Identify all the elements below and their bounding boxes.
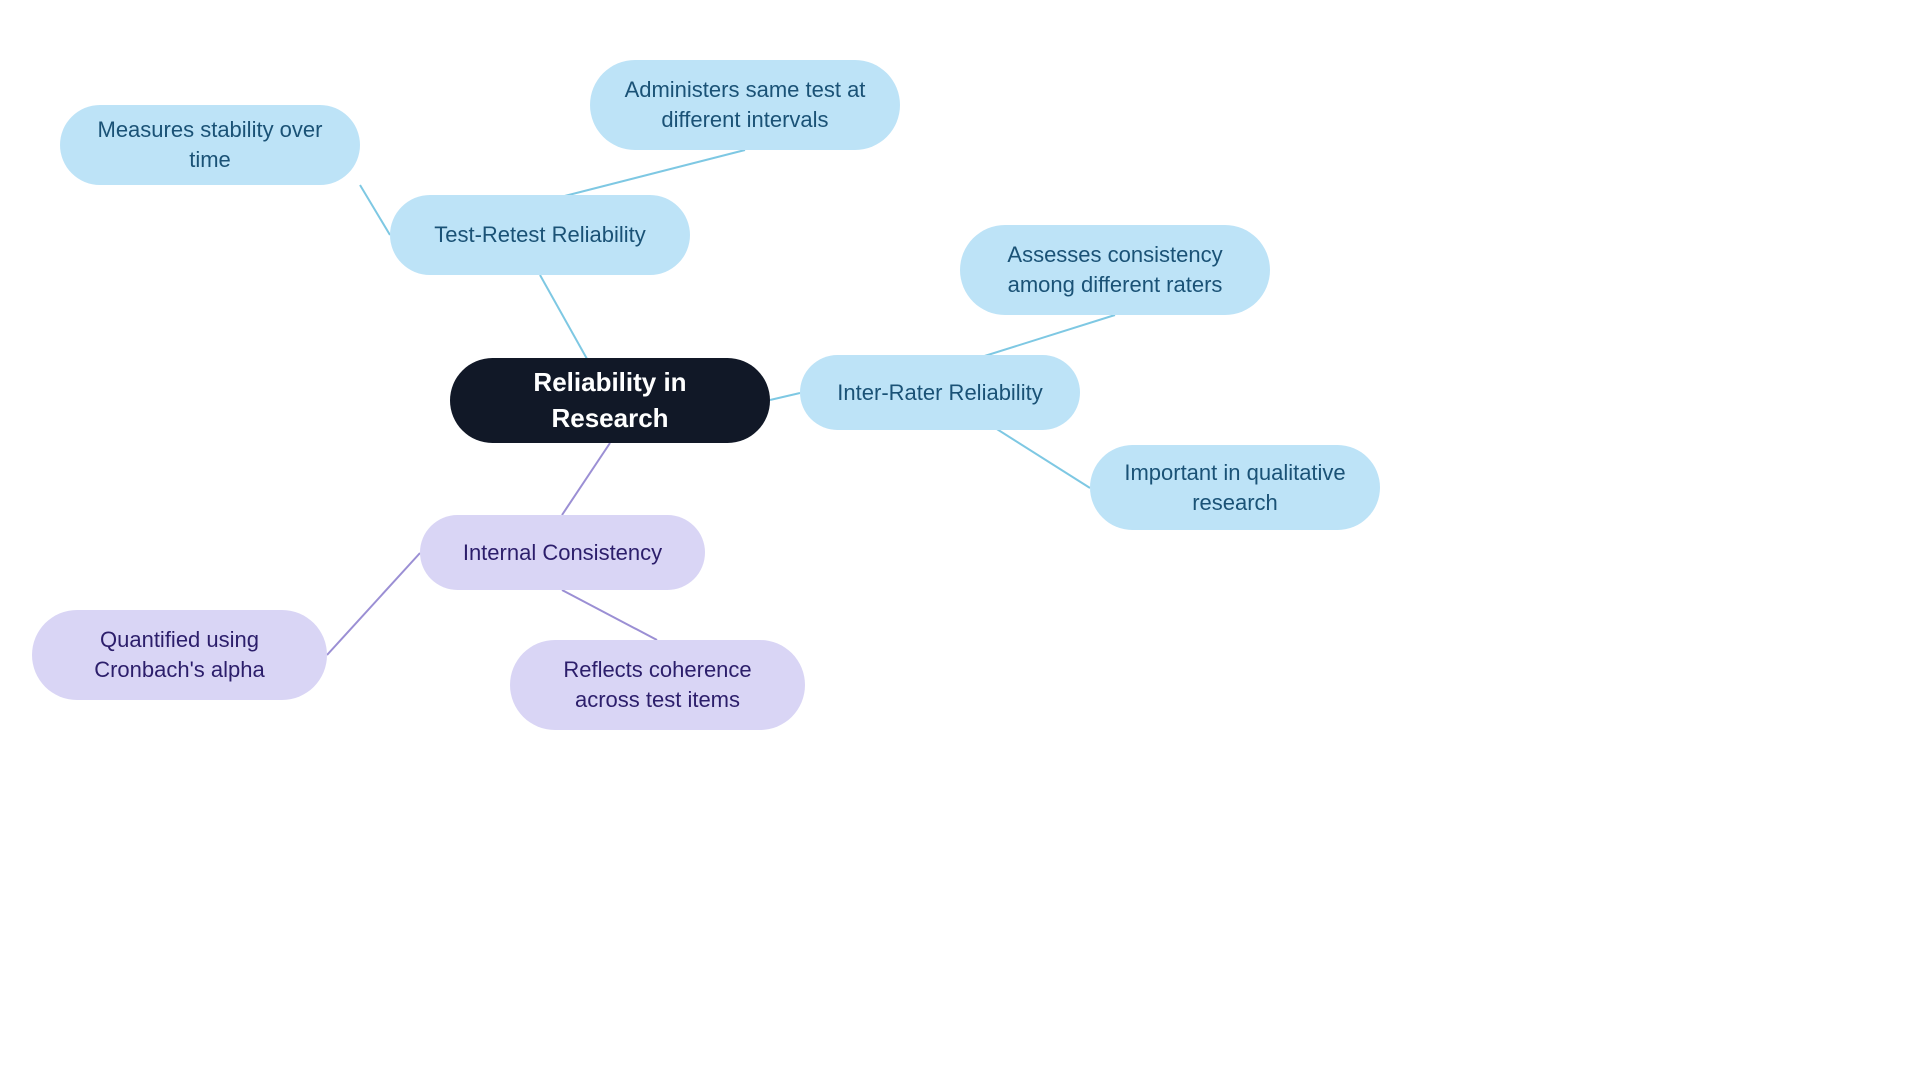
test-retest-label: Test-Retest Reliability xyxy=(434,220,646,250)
measures-stability-label: Measures stability over time xyxy=(88,115,332,174)
reflects-coherence-node: Reflects coherence across test items xyxy=(510,640,805,730)
administers-same-label: Administers same test at different inter… xyxy=(618,75,872,134)
quantified-cronbach-label: Quantified using Cronbach's alpha xyxy=(60,625,299,684)
administers-same-node: Administers same test at different inter… xyxy=(590,60,900,150)
center-node: Reliability in Research xyxy=(450,358,770,443)
quantified-cronbach-node: Quantified using Cronbach's alpha xyxy=(32,610,327,700)
test-retest-node: Test-Retest Reliability xyxy=(390,195,690,275)
internal-consistency-label: Internal Consistency xyxy=(463,538,662,568)
assesses-consistency-node: Assesses consistency among different rat… xyxy=(960,225,1270,315)
important-qualitative-node: Important in qualitative research xyxy=(1090,445,1380,530)
center-node-label: Reliability in Research xyxy=(478,365,742,435)
important-qualitative-label: Important in qualitative research xyxy=(1118,458,1352,517)
reflects-coherence-label: Reflects coherence across test items xyxy=(538,655,777,714)
measures-stability-node: Measures stability over time xyxy=(60,105,360,185)
inter-rater-label: Inter-Rater Reliability xyxy=(837,378,1042,408)
assesses-consistency-label: Assesses consistency among different rat… xyxy=(988,240,1242,299)
internal-consistency-node: Internal Consistency xyxy=(420,515,705,590)
inter-rater-node: Inter-Rater Reliability xyxy=(800,355,1080,430)
